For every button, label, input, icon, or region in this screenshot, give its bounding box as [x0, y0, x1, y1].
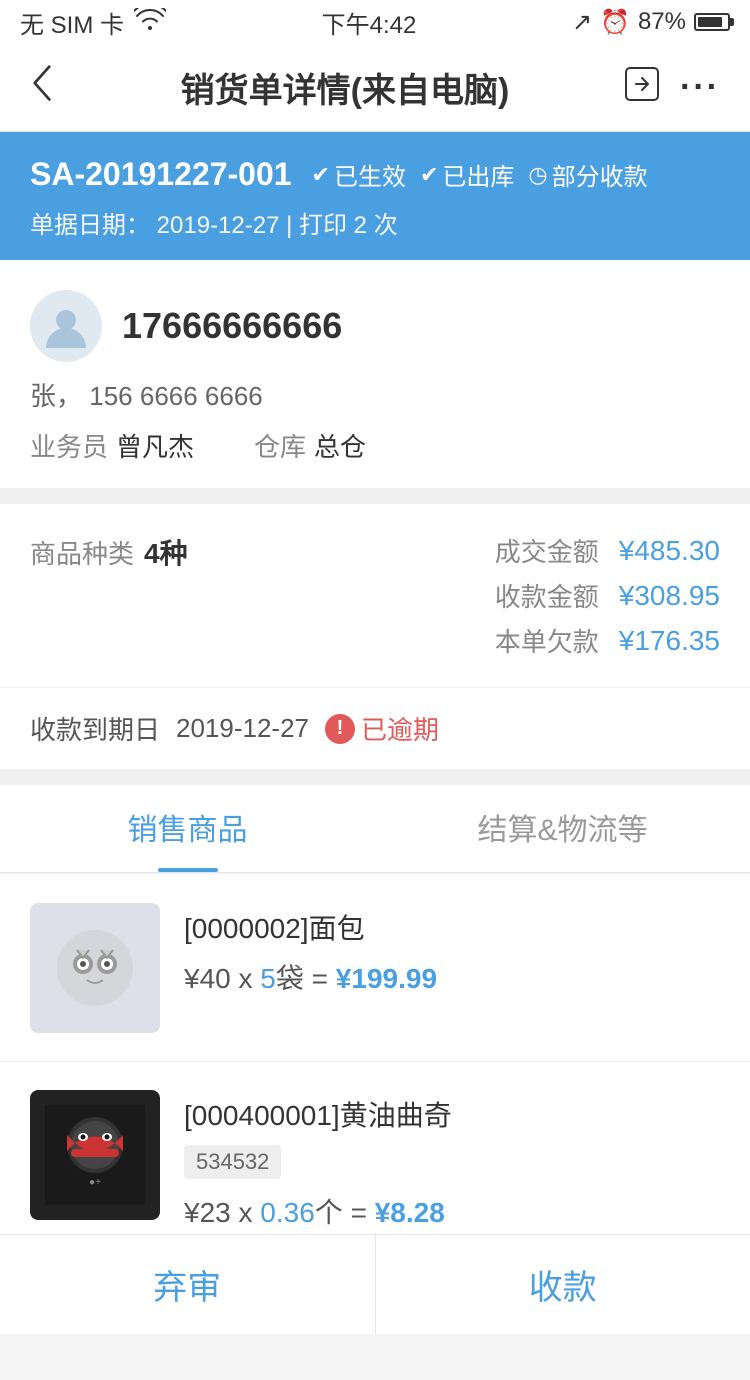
collected-amount: 收款金额 ¥308.95: [495, 577, 720, 614]
product-item-2: ●+ [000400001]黄油曲奇 534532 ¥23 x 0.36个 = …: [0, 1062, 750, 1260]
customer-id: 17666666666: [122, 305, 342, 347]
overdue-badge: ! 已逾期: [325, 710, 439, 747]
carrier-text: 无 SIM 卡: [20, 5, 124, 40]
status-badges: 已生效 已出库 部分收款: [312, 157, 648, 192]
divider-1: [0, 488, 750, 504]
warehouse: 仓库 总仓: [254, 427, 366, 464]
product-price-1: ¥40 x 5袋 = ¥199.99: [184, 957, 720, 997]
status-right: ↗ ⏰ 87%: [572, 8, 730, 37]
sku-badge: 534532: [184, 1145, 281, 1179]
product-name-1: [0000002]面包: [184, 907, 720, 947]
status-bar: 无 SIM 卡 下午4:42 ↗ ⏰ 87%: [0, 0, 750, 44]
divider-2: [0, 769, 750, 785]
order-date-row: 单据日期： 2019-12-27 | 打印 2 次: [30, 205, 720, 240]
nav-bar: 销货单详情(来自电脑) ···: [0, 44, 750, 132]
products-section: [0000002]面包 ¥40 x 5袋 = ¥199.99: [0, 875, 750, 1260]
tab-products[interactable]: 销售商品: [0, 785, 375, 872]
amounts: 成交金额 ¥485.30 收款金额 ¥308.95 本单欠款 ¥176.35: [495, 532, 720, 659]
tab-underline: [158, 868, 218, 872]
alarm-icon: ⏰: [600, 8, 630, 37]
status-partial: 部分收款: [528, 157, 647, 192]
due-date-section: 收款到期日 2019-12-27 ! 已逾期: [0, 687, 750, 769]
order-header-banner: SA-20191227-001 已生效 已出库 部分收款 单据日期： 2019-…: [0, 132, 750, 260]
product-info-2: [000400001]黄油曲奇 534532 ¥23 x 0.36个 = ¥8.…: [184, 1090, 720, 1231]
status-shipped: 已出库: [420, 157, 514, 192]
customer-meta: 业务员 曾凡杰 仓库 总仓: [30, 427, 720, 464]
more-icon[interactable]: ···: [680, 68, 720, 107]
print-info: | 打印 2 次: [286, 212, 398, 239]
cancel-review-button[interactable]: 弃审: [0, 1235, 376, 1334]
summary-section: 商品种类 4种 成交金额 ¥485.30 收款金额 ¥308.95 本单欠款 ¥…: [0, 504, 750, 687]
collect-payment-button[interactable]: 收款: [376, 1235, 750, 1334]
status-time: 下午4:42: [322, 5, 417, 40]
battery-icon: [694, 13, 730, 31]
product-kinds: 商品种类 4种: [30, 532, 188, 572]
status-left: 无 SIM 卡: [20, 5, 166, 40]
order-id: SA-20191227-001: [30, 156, 292, 193]
due-date-value: 2019-12-27: [176, 713, 309, 744]
product-name-2: [000400001]黄油曲奇: [184, 1094, 720, 1134]
overdue-text: 已逾期: [361, 710, 439, 747]
share-icon[interactable]: [624, 66, 660, 110]
bottom-bar: 弃审 收款: [0, 1234, 750, 1334]
sales-person: 业务员 曾凡杰: [30, 427, 194, 464]
tabs-bar: 销售商品 结算&物流等: [0, 785, 750, 873]
customer-phone: 张， 156 6666 6666: [30, 376, 720, 413]
battery-text: 87%: [638, 8, 686, 36]
overdue-icon: !: [325, 714, 355, 744]
wifi-icon: [134, 8, 166, 37]
status-active: 已生效: [312, 157, 406, 192]
nav-actions: ···: [600, 66, 720, 110]
product-item: [0000002]面包 ¥40 x 5袋 = ¥199.99: [0, 875, 750, 1062]
product-price-2: ¥23 x 0.36个 = ¥8.28: [184, 1191, 720, 1231]
product-info-1: [0000002]面包 ¥40 x 5袋 = ¥199.99: [184, 903, 720, 997]
due-date-label: 收款到期日: [30, 710, 160, 747]
date-value: 2019-12-27: [157, 212, 280, 239]
tab-settlement[interactable]: 结算&物流等: [375, 785, 750, 872]
back-button[interactable]: [30, 63, 90, 112]
product-image-2: ●+: [30, 1090, 160, 1220]
deal-amount: 成交金额 ¥485.30: [495, 532, 720, 569]
debt-amount: 本单欠款 ¥176.35: [495, 622, 720, 659]
product-image-1: [30, 903, 160, 1033]
page-title: 销货单详情(来自电脑): [90, 63, 600, 112]
location-icon: ↗: [572, 8, 592, 37]
customer-section: 17666666666 张， 156 6666 6666 业务员 曾凡杰 仓库 …: [0, 260, 750, 488]
svg-text:●+: ●+: [89, 1177, 101, 1188]
date-label: 单据日期：: [30, 212, 150, 239]
customer-avatar: [30, 290, 102, 362]
